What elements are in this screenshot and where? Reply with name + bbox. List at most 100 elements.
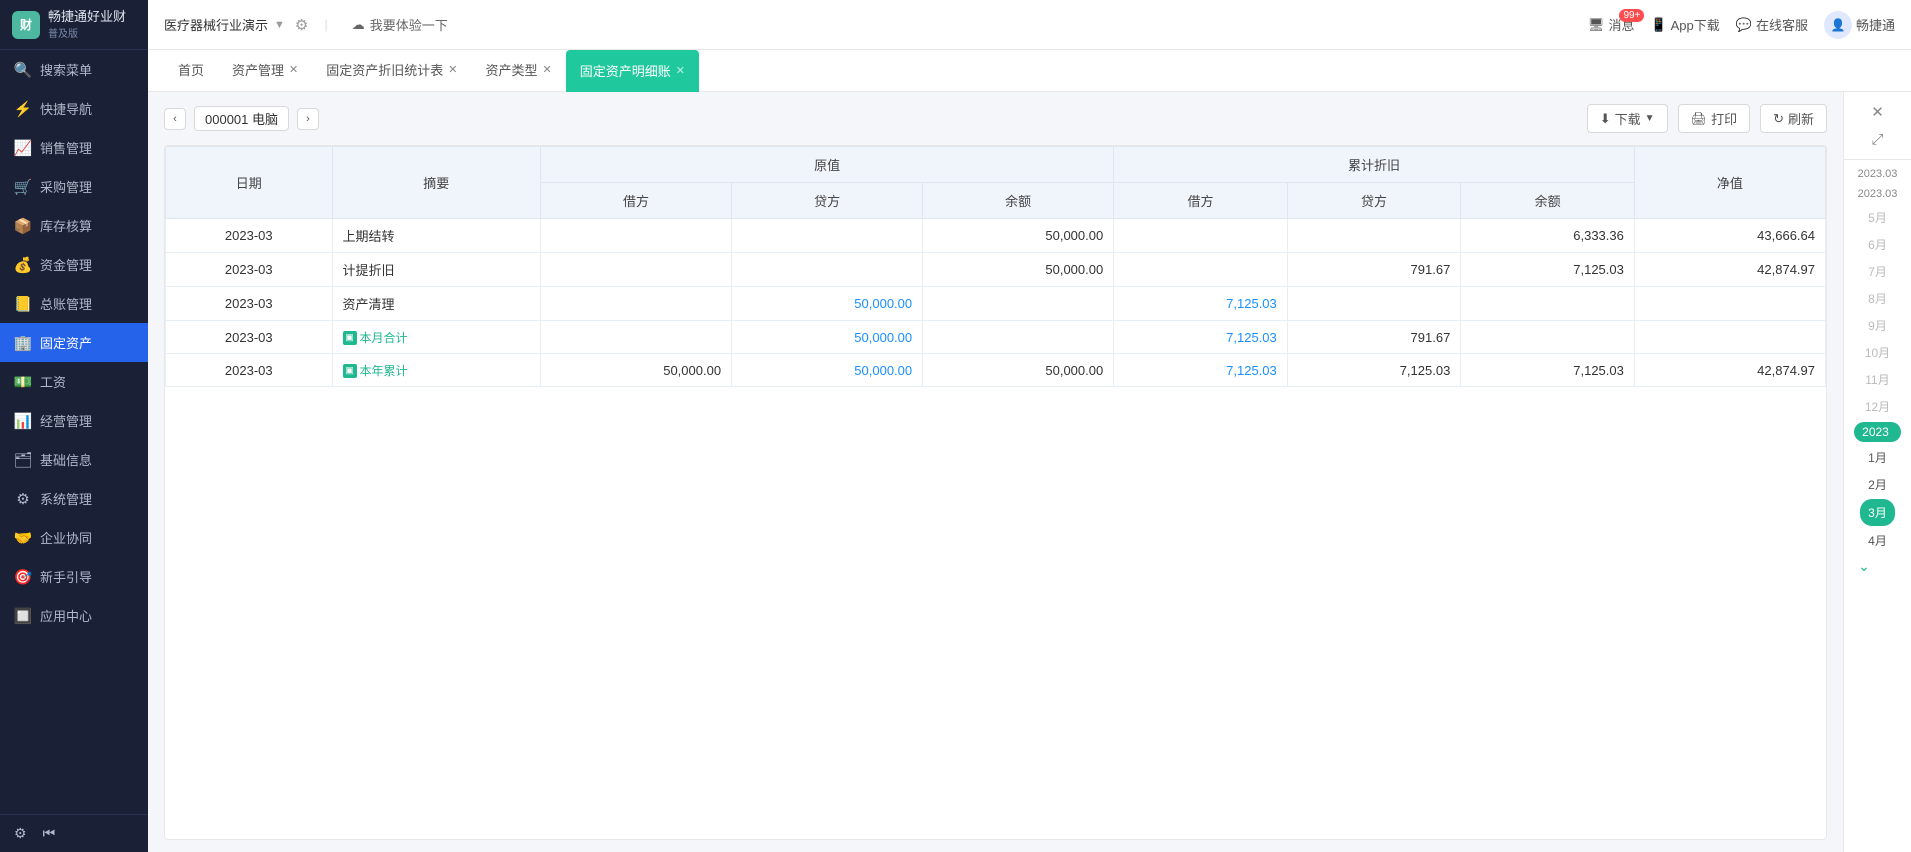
- sidebar-item-collab[interactable]: 🤝 企业协同: [0, 518, 148, 557]
- logo-icon: 财: [12, 11, 40, 39]
- panel-close-icon[interactable]: ✕: [1866, 98, 1889, 126]
- timeline-month[interactable]: 1月: [1854, 444, 1901, 471]
- detail-table: 日期 摘要 原值 累计折旧 净值 借方 贷方 余额 借方 贷方 余额: [165, 146, 1826, 387]
- cell-date: 2023-03: [166, 253, 333, 287]
- refresh-button[interactable]: ↻ 刷新: [1760, 104, 1827, 133]
- cell-orig-credit[interactable]: 50,000.00: [732, 321, 923, 354]
- apps-icon: 🔲: [14, 607, 32, 625]
- tab-home[interactable]: 首页: [164, 50, 218, 92]
- timeline-month[interactable]: 4月: [1854, 527, 1901, 554]
- sidebar-item-system[interactable]: ⚙ 系统管理: [0, 479, 148, 518]
- print-button[interactable]: 🖨 打印: [1678, 104, 1751, 133]
- tab-close-asset-mgmt[interactable]: ✕: [289, 63, 298, 76]
- cell-orig-balance: 50,000.00: [923, 354, 1114, 387]
- collapse-icon[interactable]: ⏮: [43, 825, 56, 842]
- sidebar-item-purchase[interactable]: 🛒 采购管理: [0, 167, 148, 206]
- timeline-month-dim[interactable]: 6月: [1854, 231, 1901, 258]
- sidebar-item-sales[interactable]: 📈 销售管理: [0, 128, 148, 167]
- prev-asset-button[interactable]: ‹: [164, 108, 186, 130]
- topbar-experience[interactable]: ☁ 我要体验一下: [352, 15, 448, 34]
- tab-label-asset-type: 资产类型: [485, 60, 537, 79]
- tab-close-fixed-depreciation[interactable]: ✕: [448, 63, 457, 76]
- year-total-tag: ▣ 本年累计: [343, 362, 408, 379]
- cell-orig-credit: [732, 219, 923, 253]
- sidebar-label-guide: 新手引导: [40, 567, 92, 586]
- download-button[interactable]: ⬇ 下载 ▼: [1587, 104, 1668, 133]
- cell-acc-debit: [1114, 253, 1288, 287]
- timeline-year-bubble[interactable]: 2023: [1854, 422, 1901, 442]
- tab-close-asset-type[interactable]: ✕: [543, 63, 552, 76]
- timeline-nav-down[interactable]: ⌄: [1854, 554, 1901, 579]
- sidebar-item-salary[interactable]: 💵 工资: [0, 362, 148, 401]
- th-orig-credit: 贷方: [732, 183, 923, 219]
- timeline-month-active[interactable]: 3月: [1860, 499, 1895, 526]
- th-orig-balance: 余额: [923, 183, 1114, 219]
- cell-date: 2023-03: [166, 219, 333, 253]
- sidebar-item-search[interactable]: 🔍 搜索菜单: [0, 50, 148, 89]
- sidebar-item-guide[interactable]: 🎯 新手引导: [0, 557, 148, 596]
- topbar-customer-service[interactable]: 💬 在线客服: [1736, 15, 1808, 34]
- panel-expand-icon[interactable]: ⤢: [1866, 126, 1888, 153]
- timeline-month-dim[interactable]: 11月: [1854, 366, 1901, 393]
- timeline-month[interactable]: 2月: [1854, 471, 1901, 498]
- cell-orig-credit[interactable]: 50,000.00: [732, 287, 923, 321]
- timeline-top-year: 2023.03: [1854, 164, 1901, 184]
- tab-asset-type[interactable]: 资产类型 ✕: [471, 50, 565, 92]
- download-label: 下载: [1615, 109, 1641, 128]
- sidebar-label-purchase: 采购管理: [40, 177, 92, 196]
- sidebar-label-apps: 应用中心: [40, 606, 92, 625]
- cell-acc-debit[interactable]: 7,125.03: [1114, 321, 1288, 354]
- timeline-month-dim[interactable]: 7月: [1854, 258, 1901, 285]
- sidebar-item-inventory[interactable]: 📦 库存核算: [0, 206, 148, 245]
- inventory-icon: 📦: [14, 217, 32, 235]
- timeline-month-dim[interactable]: 8月: [1854, 285, 1901, 312]
- th-net-value: 净值: [1634, 147, 1825, 219]
- sidebar-item-ledger[interactable]: 📒 总账管理: [0, 284, 148, 323]
- topbar-messages[interactable]: 🖥 消息 99+: [1588, 15, 1635, 34]
- timeline-month-dim[interactable]: 9月: [1854, 312, 1901, 339]
- timeline-month-dim[interactable]: 10月: [1854, 339, 1901, 366]
- timeline-month-dim[interactable]: 5月: [1854, 204, 1901, 231]
- cell-net-value: [1634, 321, 1825, 354]
- year-tag-icon: ▣: [343, 364, 357, 378]
- sidebar-item-apps[interactable]: 🔲 应用中心: [0, 596, 148, 635]
- tab-asset-mgmt[interactable]: 资产管理✕: [218, 50, 312, 92]
- th-accumulated-depreciation: 累计折旧: [1114, 147, 1635, 183]
- cell-orig-debit: [540, 287, 731, 321]
- sidebar-label-search: 搜索菜单: [40, 60, 92, 79]
- sidebar-nav: 🔍 搜索菜单 ⚡ 快捷导航 📈 销售管理 🛒 采购管理 📦 库存核算 💰 资金管…: [0, 50, 148, 814]
- cell-acc-debit[interactable]: 7,125.03: [1114, 354, 1288, 387]
- cell-orig-debit: 50,000.00: [540, 354, 731, 387]
- cell-date: 2023-03: [166, 321, 333, 354]
- tab-close-fixed-detail[interactable]: ✕: [676, 64, 685, 77]
- chevron-down-icon[interactable]: ▼: [274, 19, 285, 31]
- sidebar-logo: 财 畅捷通好业财 普及版: [0, 0, 148, 50]
- next-asset-button[interactable]: ›: [297, 108, 319, 130]
- cell-net-value: 42,874.97: [1634, 354, 1825, 387]
- settings-icon[interactable]: ⚙: [14, 825, 27, 842]
- table-row: 2023-03 计提折旧 50,000.00 791.67 7,125.03 4…: [166, 253, 1826, 287]
- cell-orig-balance: [923, 287, 1114, 321]
- sidebar-item-operations[interactable]: 📊 经营管理: [0, 401, 148, 440]
- th-acc-debit: 借方: [1114, 183, 1288, 219]
- sidebar-item-quicknav[interactable]: ⚡ 快捷导航: [0, 89, 148, 128]
- topbar-app-download[interactable]: 📱 App下载: [1650, 15, 1719, 34]
- timeline-month-dim[interactable]: 12月: [1854, 393, 1901, 420]
- sidebar-item-basic[interactable]: 🗂 基础信息: [0, 440, 148, 479]
- settings-project-icon[interactable]: ⚙: [295, 16, 308, 34]
- tab-fixed-detail[interactable]: 固定资产明细账✕: [566, 50, 699, 92]
- cell-orig-credit[interactable]: 50,000.00: [732, 354, 923, 387]
- th-original-value: 原值: [540, 147, 1113, 183]
- cell-acc-debit[interactable]: 7,125.03: [1114, 287, 1288, 321]
- page-body: ‹ 000001 电脑 › ⬇ 下载 ▼ 🖨 打印 ↻ 刷新: [148, 92, 1843, 852]
- fixed-icon: 🏢: [14, 334, 32, 352]
- sidebar-bottom: ⚙ ⏮: [0, 814, 148, 852]
- asset-code-label: 000001 电脑: [194, 106, 289, 131]
- tab-fixed-depreciation[interactable]: 固定资产折旧统计表✕: [312, 50, 471, 92]
- basic-icon: 🗂: [14, 451, 32, 469]
- sidebar-label-capital: 资金管理: [40, 255, 92, 274]
- cell-orig-debit: [540, 253, 731, 287]
- topbar-user[interactable]: 👤 畅捷通: [1824, 11, 1895, 39]
- sidebar-item-fixed[interactable]: 🏢 固定资产: [0, 323, 148, 362]
- sidebar-item-capital[interactable]: 💰 资金管理: [0, 245, 148, 284]
